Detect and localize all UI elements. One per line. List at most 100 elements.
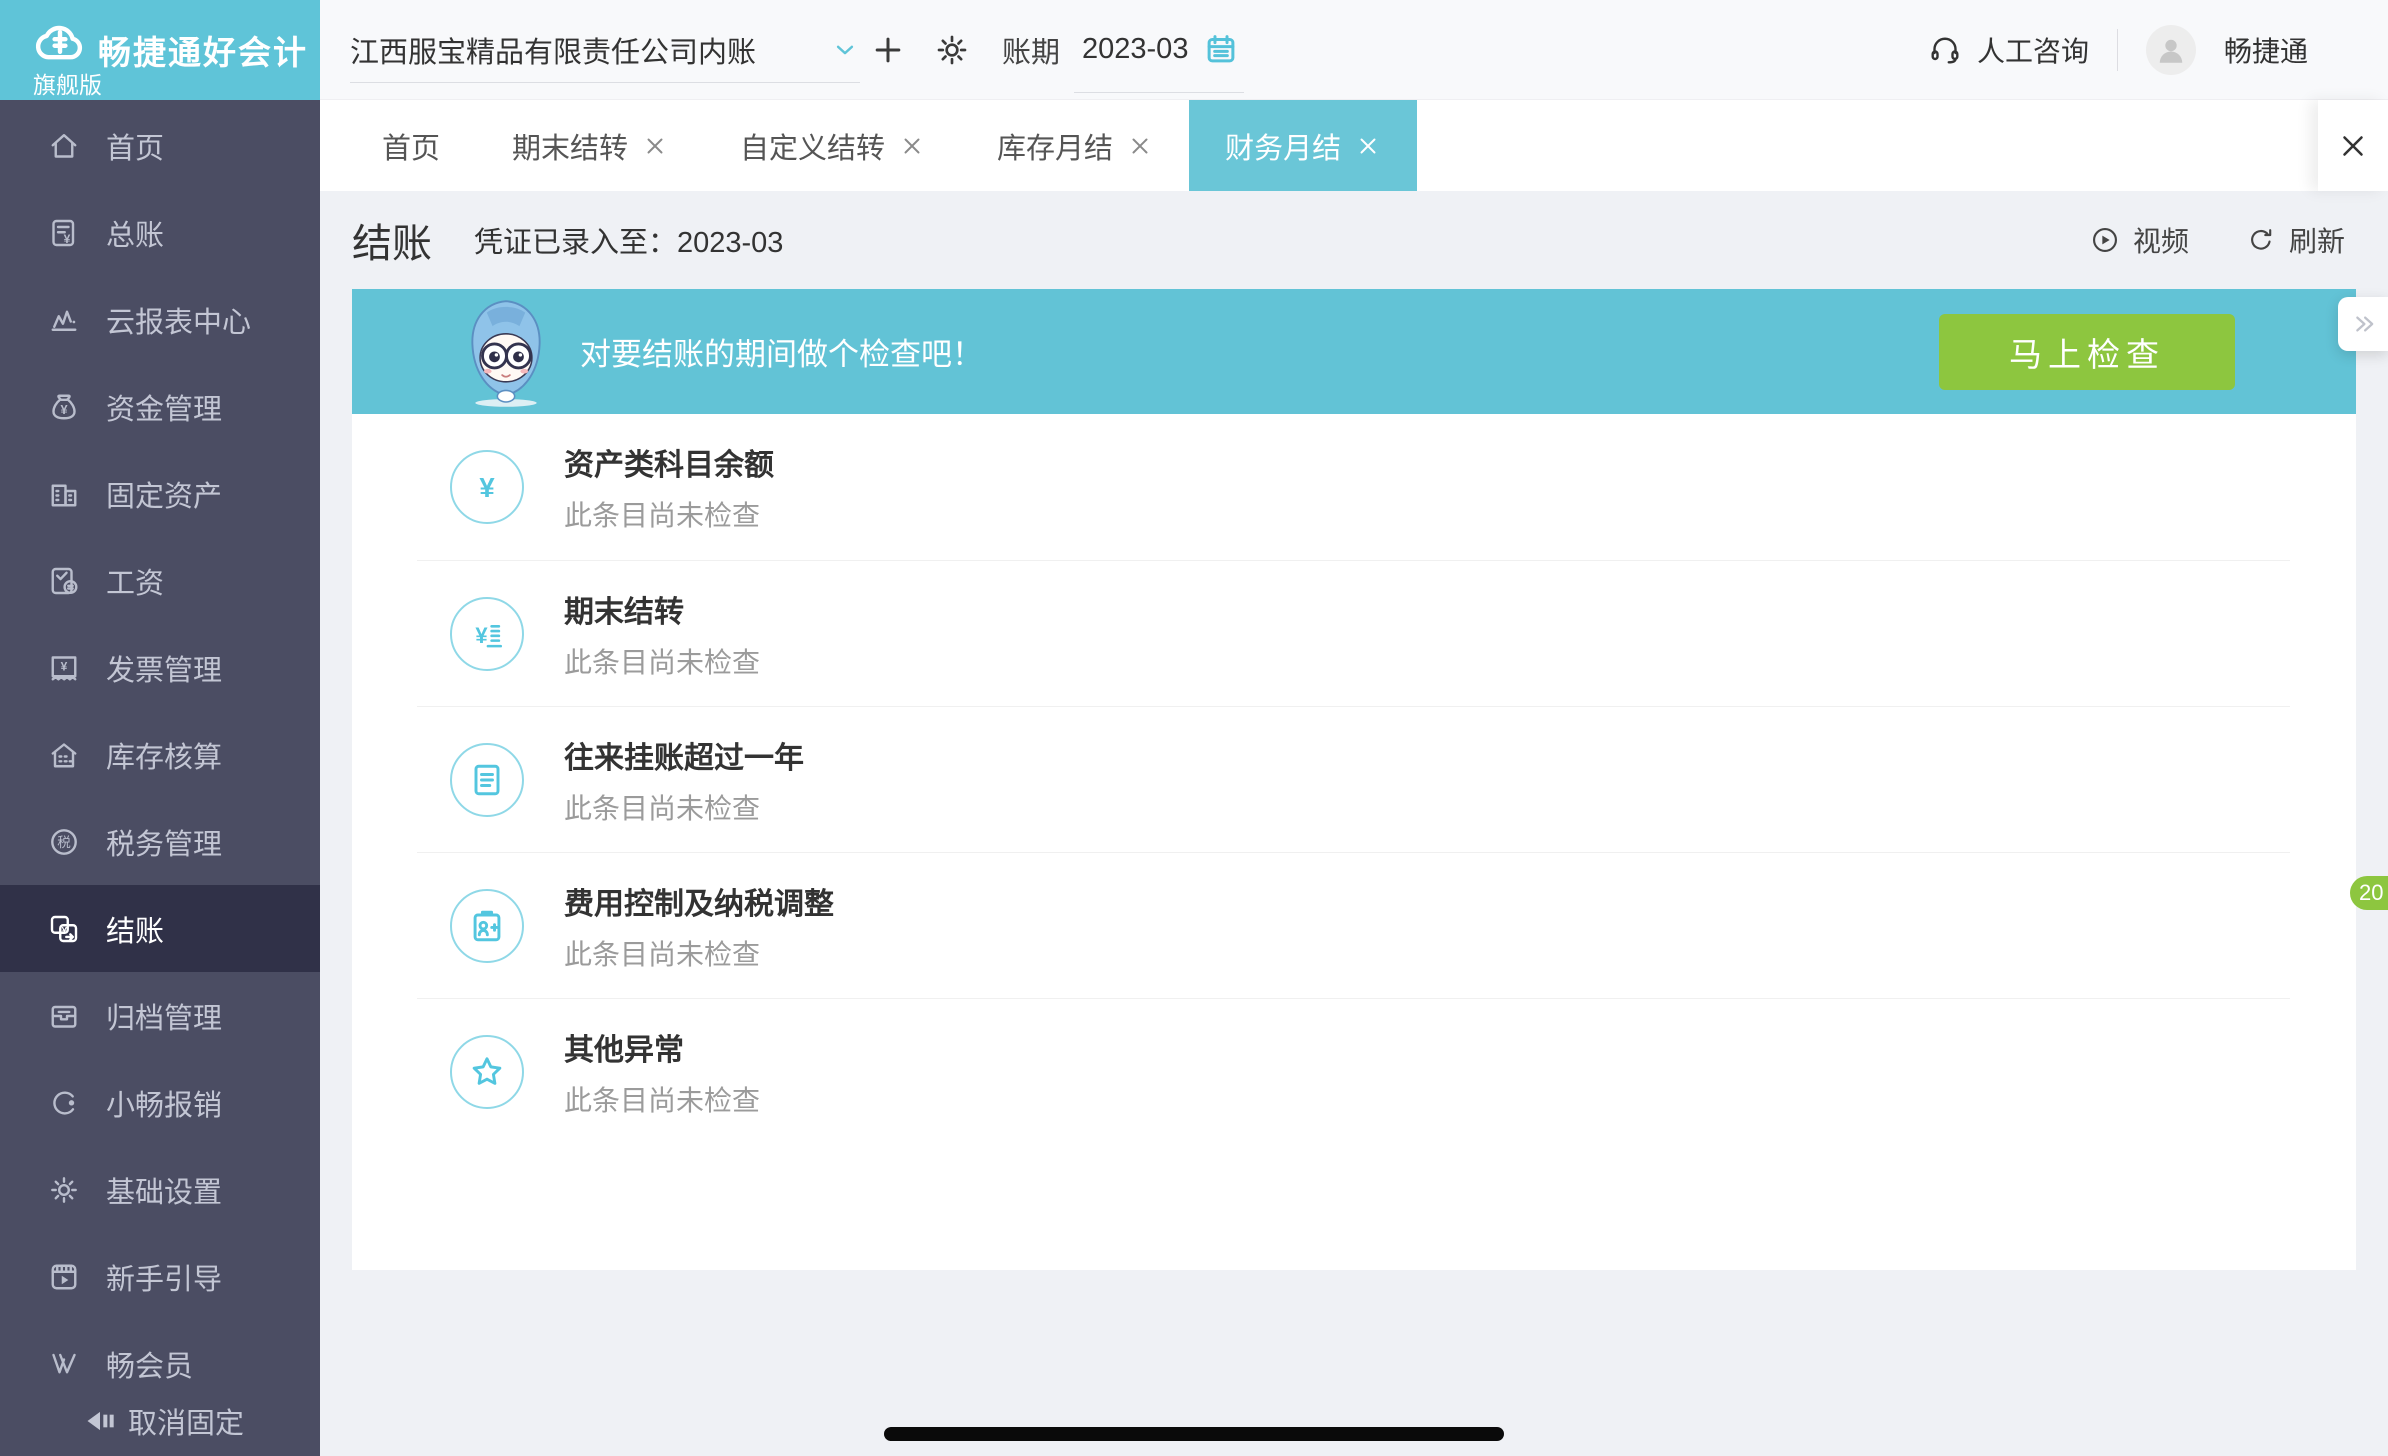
tab-close-icon[interactable]	[642, 133, 668, 159]
check-status: 此条目尚未检查	[564, 500, 761, 531]
warehouse-icon	[46, 737, 82, 773]
svg-text:税: 税	[57, 834, 71, 849]
sidebar: 首页 ¥ 总账 云报表中心 ¥ 资金管理 固定资产 工资 ¥ 发票管理 库存核算 税税…	[0, 100, 320, 1456]
svg-text:¥: ¥	[479, 472, 495, 503]
tab-label: 财务月结	[1225, 132, 1342, 165]
add-account-button[interactable]	[868, 0, 908, 100]
sidebar-item-payroll[interactable]: 工资	[0, 537, 320, 624]
account-settings-button[interactable]	[932, 0, 972, 100]
page-actions: 视频 刷新	[2089, 220, 2345, 260]
check-now-button[interactable]: 马上检查	[1939, 314, 2235, 390]
refresh-label: 刷新	[2288, 226, 2345, 257]
tab-inventory-monthly-close[interactable]: 库存月结	[961, 100, 1189, 191]
closing-check-card: 对要结账的期间做个检查吧！ 马上检查 ¥ 资产类科目余额 此条目尚未检查 ¥ 期末…	[352, 289, 2356, 1270]
chevrons-right-icon	[2346, 307, 2380, 341]
support-label: 人工咨询	[1976, 36, 2089, 67]
banner-message: 对要结账的期间做个检查吧！	[580, 337, 983, 372]
sidebar-item-home[interactable]: 首页	[0, 102, 320, 189]
sidebar-item-label: 小畅报销	[106, 1089, 223, 1122]
check-row-expense-tax-adjust[interactable]: 费用控制及纳税调整 此条目尚未检查	[417, 852, 2290, 998]
support-button[interactable]: 人工咨询	[1927, 30, 2089, 70]
headset-icon	[1927, 32, 1963, 68]
tab-close-icon[interactable]	[1127, 133, 1153, 159]
sidebar-item-inventory[interactable]: 库存核算	[0, 711, 320, 798]
app-edition-label: 旗舰版	[33, 72, 102, 98]
gear-icon	[932, 30, 972, 70]
sidebar-item-fixed-assets[interactable]: 固定资产	[0, 450, 320, 537]
sidebar-item-archive[interactable]: 归档管理	[0, 972, 320, 1059]
tab-bar: 首页 期末结转 自定义结转 库存月结 财务月结	[320, 100, 2388, 191]
tab-custom-carryover[interactable]: 自定义结转	[704, 100, 961, 191]
topbar: 江西服宝精品有限责任公司内账 账期 2023-03 人工咨询 畅捷通	[320, 0, 2388, 100]
voucher-entry-status: 凭证已录入至：2023-03	[474, 227, 784, 259]
check-title: 其他异常	[564, 1033, 684, 1067]
play-circle-icon	[2089, 224, 2121, 256]
refresh-icon	[2245, 224, 2277, 256]
tax-icon: 税	[46, 824, 82, 860]
sidebar-item-general-ledger[interactable]: ¥ 总账	[0, 189, 320, 276]
company-underline	[350, 82, 860, 83]
home-indicator-bar	[884, 1427, 1504, 1441]
plus-icon	[868, 30, 908, 70]
check-row-overdue-accounts[interactable]: 往来挂账超过一年 此条目尚未检查	[417, 706, 2290, 852]
yen-carryover-icon: ¥	[450, 596, 524, 671]
check-banner: 对要结账的期间做个检查吧！ 马上检查	[352, 289, 2356, 414]
sidebar-item-closing[interactable]: ¥ 结账	[0, 885, 320, 972]
sidebar-item-member[interactable]: 畅会员	[0, 1320, 320, 1407]
check-title: 期末结转	[564, 595, 684, 629]
tab-finance-monthly-close[interactable]: 财务月结	[1189, 100, 1418, 191]
topbar-right: 人工咨询 畅捷通	[1927, 0, 2308, 100]
svg-text:¥: ¥	[475, 622, 488, 647]
sidebar-item-settings[interactable]: 基础设置	[0, 1146, 320, 1233]
close-panel-button[interactable]	[2318, 100, 2388, 191]
sidebar-item-reimburse[interactable]: 小畅报销	[0, 1059, 320, 1146]
sidebar-item-funds[interactable]: ¥ 资金管理	[0, 363, 320, 450]
period-value-field[interactable]: 2023-03	[1074, 30, 1245, 93]
video-button[interactable]: 视频	[2089, 220, 2189, 260]
calendar-icon	[1202, 30, 1240, 68]
check-status: 此条目尚未检查	[564, 1084, 761, 1116]
check-title: 往来挂账超过一年	[564, 741, 804, 775]
check-row-asset-balance[interactable]: ¥ 资产类科目余额 此条目尚未检查	[417, 414, 2290, 560]
tab-close-icon[interactable]	[1355, 133, 1381, 159]
refresh-button[interactable]: 刷新	[2245, 220, 2345, 260]
tab-close-icon[interactable]	[899, 133, 925, 159]
company-select[interactable]: 江西服宝精品有限责任公司内账	[350, 0, 860, 100]
invoice-icon: ¥	[46, 650, 82, 686]
check-title: 资产类科目余额	[564, 449, 774, 482]
avatar[interactable]	[2145, 25, 2196, 75]
app-name: 畅捷通好会计	[98, 34, 308, 71]
sidebar-item-label: 税务管理	[106, 828, 223, 861]
sidebar-item-cloud-report[interactable]: 云报表中心	[0, 276, 320, 363]
user-icon	[2153, 32, 2189, 68]
period-value: 2023-03	[1082, 32, 1189, 65]
tab-home[interactable]: 首页	[346, 100, 476, 191]
app-logo: 畅捷通好会计 旗舰版	[0, 0, 320, 100]
sidebar-item-guide[interactable]: 新手引导	[0, 1233, 320, 1320]
check-row-period-end-carryover[interactable]: ¥ 期末结转 此条目尚未检查	[417, 560, 2290, 706]
period-underline	[1074, 92, 1245, 93]
sidebar-item-label: 畅会员	[106, 1350, 194, 1383]
sidebar-item-tax[interactable]: 税 税务管理	[0, 798, 320, 885]
unpin-sidebar-button[interactable]: 取消固定	[80, 1400, 244, 1442]
sidebar-menu: 首页 ¥ 总账 云报表中心 ¥ 资金管理 固定资产 工资 ¥ 发票管理 库存核算 税税…	[0, 102, 320, 1407]
tab-period-end-carryover[interactable]: 期末结转	[476, 100, 704, 191]
mascot-robot	[471, 300, 541, 407]
cloud-report-icon	[46, 302, 82, 338]
gear-icon	[46, 1172, 82, 1208]
document-icon	[450, 742, 524, 817]
collapse-panel-handle[interactable]	[2338, 297, 2388, 351]
sidebar-item-invoice[interactable]: ¥ 发票管理	[0, 624, 320, 711]
sidebar-item-label: 发票管理	[106, 654, 223, 687]
building-icon	[46, 476, 82, 512]
page-header: 结账 凭证已录入至：2023-03 视频 刷新	[352, 191, 2345, 289]
floating-badge[interactable]: 20	[2350, 876, 2388, 910]
sidebar-item-label: 库存核算	[106, 741, 223, 774]
archive-icon	[46, 998, 82, 1034]
username[interactable]: 畅捷通	[2224, 30, 2308, 70]
general-ledger-icon: ¥	[46, 215, 82, 251]
app-window: 畅捷通好会计 旗舰版 江西服宝精品有限责任公司内账 账期 2023-03 人工咨…	[0, 0, 2388, 1456]
member-icon	[46, 1346, 82, 1382]
sidebar-item-label: 总账	[106, 219, 165, 252]
check-row-other-anomaly[interactable]: 其他异常此条目尚未检查	[417, 998, 2290, 1144]
